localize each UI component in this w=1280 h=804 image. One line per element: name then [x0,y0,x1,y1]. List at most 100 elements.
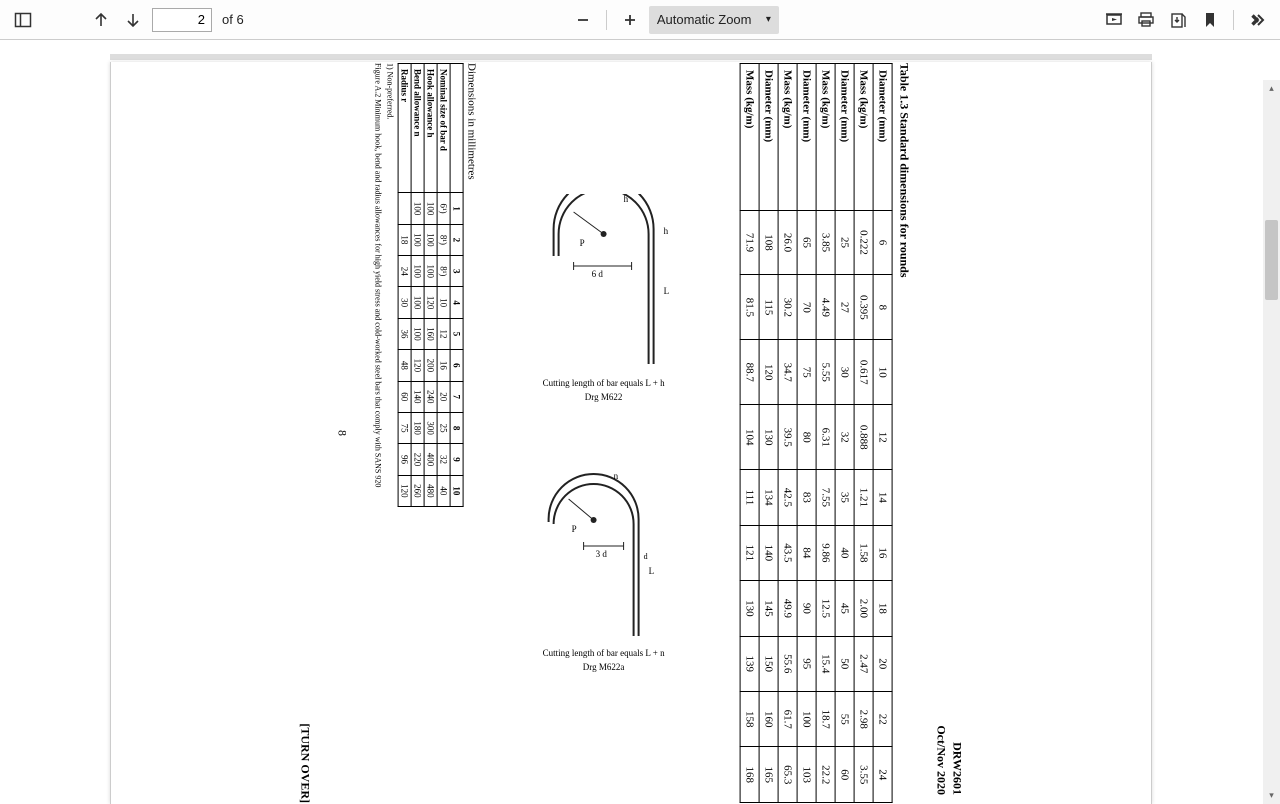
svg-text:n: n [613,471,618,481]
document-page[interactable]: DRW2601 Oct/Nov 2020 Table 1.3 Standard … [110,62,1152,804]
table-cell: 40 [437,475,450,506]
zoom-out-button[interactable] [570,7,596,33]
svg-text:h: h [623,194,628,204]
table-cell: 121 [740,525,759,580]
table-cell: 100 [411,193,424,224]
table-cell: 480 [424,475,437,506]
table-cell: 40 [835,525,854,580]
table-cell: 139 [740,636,759,691]
table-cell: 134 [759,470,778,525]
hook-diagram: P 6 d L h h Cutting length of bar equals… [523,194,683,402]
table-cell: 22 [873,692,892,747]
table-row-header: Mass (kg/m) [816,64,835,211]
table-cell: 26.0 [778,210,797,275]
table-cell: 103 [797,747,816,803]
table-cell: 100 [411,224,424,255]
table-cell: 30.2 [778,275,797,340]
row-header: Radius r [398,64,411,193]
drg-code-1: Drg M622 [585,392,623,402]
vertical-scrollbar[interactable]: ▴ ▾ [1263,80,1280,804]
table-row-header: Mass (kg/m) [740,64,759,211]
table-cell: 120 [759,340,778,405]
table-cell: 55.6 [778,636,797,691]
scroll-down-icon[interactable]: ▾ [1263,787,1280,804]
zoom-select[interactable]: Automatic Zoom ▾ [649,6,779,34]
print-button[interactable] [1133,7,1159,33]
table-cell: 1.58 [854,525,873,580]
table-cell: 30 [835,340,854,405]
table-cell: 140 [759,525,778,580]
table-cell: 49.9 [778,581,797,636]
svg-text:h: h [663,226,668,236]
table-cell: 8¹) [437,224,450,255]
table-cell: 48 [398,350,411,381]
table-cell: 100 [797,692,816,747]
table-cell: 14 [873,470,892,525]
svg-text:P: P [579,238,584,248]
table-cell: 120 [411,350,424,381]
table-caption: Table 1.3 Standard dimensions for rounds [896,63,911,803]
sidebar-toggle-button[interactable] [10,7,36,33]
presentation-button[interactable] [1101,7,1127,33]
table-cell: 300 [424,412,437,443]
scroll-up-icon[interactable]: ▴ [1263,80,1280,97]
table-cell: 0.888 [854,405,873,470]
table-cell: 100 [411,287,424,318]
table-cell: 12.5 [816,581,835,636]
table-cell: 50 [835,636,854,691]
table-cell: 130 [759,405,778,470]
page-down-button[interactable] [120,7,146,33]
table-row-header: Diameter (mm) [797,64,816,211]
note-nonpreferred: 1) Non-preferred. [385,63,394,803]
table-cell: 100 [411,318,424,349]
table-cell: 400 [424,444,437,475]
table-row-header: Diameter (mm) [873,64,892,211]
table-cell: 111 [740,470,759,525]
table-cell: 70 [797,275,816,340]
table-cell: 95 [797,636,816,691]
table-cell: 18 [873,581,892,636]
svg-text:d: d [643,552,647,561]
table-cell: 3.85 [816,210,835,275]
table-cell: 168 [740,747,759,803]
table-cell: 2.00 [854,581,873,636]
table-cell: 35 [835,470,854,525]
table-row-header: Mass (kg/m) [778,64,797,211]
table-cell: 1.21 [854,470,873,525]
table-cell: 6 [873,210,892,275]
table-cell: 18 [398,224,411,255]
svg-text:6 d: 6 d [591,269,603,279]
table-cell: 6¹) [437,193,450,224]
table-cell: 100 [424,224,437,255]
table-cell: 160 [424,318,437,349]
table-cell: 18.7 [816,692,835,747]
table-cell: 104 [740,405,759,470]
scrollbar-thumb[interactable] [1265,220,1278,300]
page-up-button[interactable] [88,7,114,33]
table-cell: 27 [835,275,854,340]
drg-code-2: Drg M622a [583,662,625,672]
allowances-table: 12345678910 Nominal size of bar d6¹)8¹)8… [397,63,463,507]
col-header: 8 [450,412,463,443]
hook-cut-label: Cutting length of bar equals L + h [542,378,664,388]
table-row-header: Mass (kg/m) [854,64,873,211]
tools-menu-button[interactable] [1244,7,1270,33]
table-cell: 60 [398,381,411,412]
page-number-input[interactable] [152,8,212,32]
table-cell: 4.49 [816,275,835,340]
table-cell: 3.55 [854,747,873,803]
table-cell: 32 [835,405,854,470]
col-header: 10 [450,475,463,506]
bookmark-button[interactable] [1197,7,1223,33]
bend-cut-label: Cutting length of bar equals L + n [542,648,664,658]
table-cell: 200 [424,350,437,381]
table-cell: 16 [873,525,892,580]
table-cell: 160 [759,692,778,747]
download-button[interactable] [1165,7,1191,33]
table-cell: 24 [873,747,892,803]
col-header: 3 [450,256,463,287]
zoom-in-button[interactable] [617,7,643,33]
table-cell: 10 [873,340,892,405]
table-cell: 165 [759,747,778,803]
table-cell: 55 [835,692,854,747]
